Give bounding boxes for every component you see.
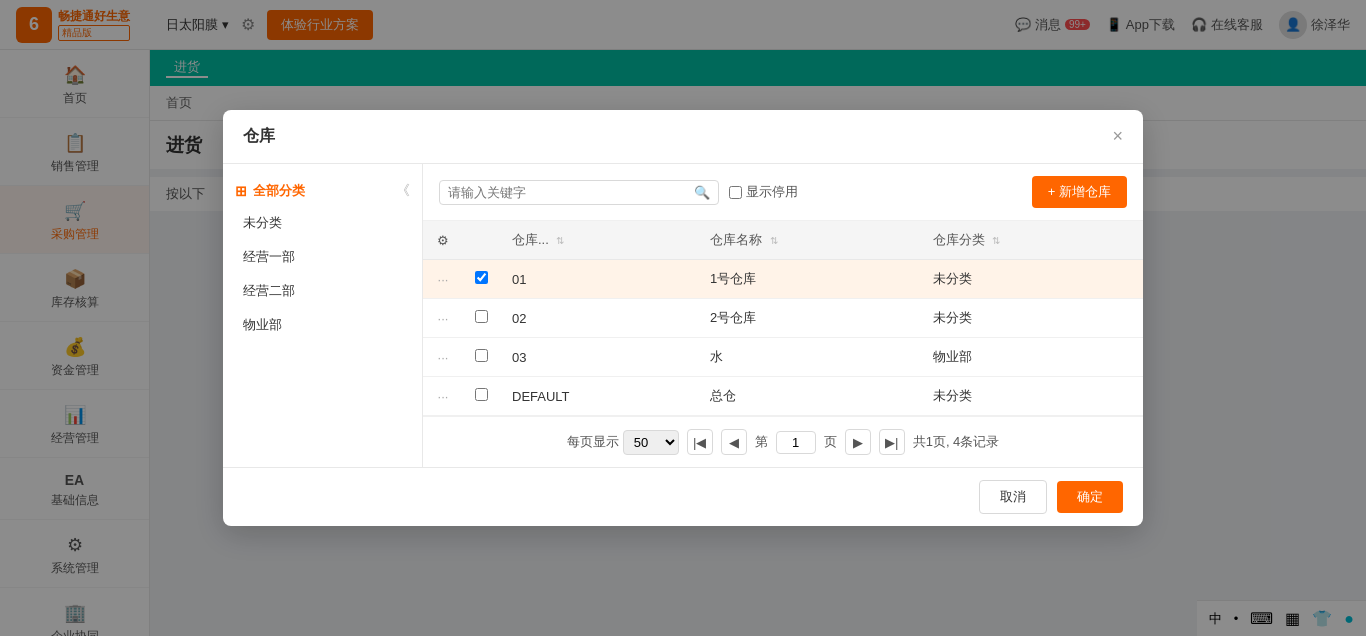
cat-item-operations2[interactable]: 经营二部 [223,274,422,308]
cell-name: 1号仓库 [698,260,920,299]
cell-gear: ··· [423,377,463,416]
per-page-select[interactable]: 50 20 100 [623,430,679,455]
cell-category: 未分类 [921,260,1144,299]
page-suffix: 页 [824,433,837,451]
table-body: ··· 01 1号仓库 未分类 ··· 02 2号仓库 未分类 ··· 03 水… [423,260,1143,416]
cell-name: 总仓 [698,377,920,416]
cell-num: 03 [500,338,698,377]
cell-checkbox[interactable] [463,377,500,416]
cell-checkbox[interactable] [463,260,500,299]
all-category-header[interactable]: ⊞ 全部分类 《 [223,176,422,206]
cat-item-unclassified[interactable]: 未分类 [223,206,422,240]
modal-footer: 取消 确定 [223,467,1143,526]
th-checkbox [463,221,500,260]
table-header-row: ⚙ 仓库... ⇅ 仓库名称 ⇅ [423,221,1143,260]
show-disabled-toggle[interactable]: 显示停用 [729,183,798,201]
cat-item-property[interactable]: 物业部 [223,308,422,342]
page-prev-btn[interactable]: ◀ [721,429,747,455]
th-name: 仓库名称 ⇅ [698,221,920,260]
cell-gear: ··· [423,299,463,338]
row-checkbox[interactable] [475,388,488,401]
table-row[interactable]: ··· 01 1号仓库 未分类 [423,260,1143,299]
cell-num: 01 [500,260,698,299]
row-checkbox[interactable] [475,310,488,323]
search-input[interactable] [448,185,688,200]
sort-code-icon: ⇅ [556,235,564,246]
cat-item-operations1[interactable]: 经营一部 [223,240,422,274]
warehouse-table: ⚙ 仓库... ⇅ 仓库名称 ⇅ [423,221,1143,416]
per-page-label: 每页显示 [567,433,619,451]
modal-overlay: 仓库 × ⊞ 全部分类 《 未分类 经营一部 经营二部 物业部 [0,0,1366,636]
th-code: 仓库... ⇅ [500,221,698,260]
modal-body: ⊞ 全部分类 《 未分类 经营一部 经营二部 物业部 🔍 [223,164,1143,467]
row-checkbox[interactable] [475,349,488,362]
sort-category-icon: ⇅ [992,235,1000,246]
cell-name: 2号仓库 [698,299,920,338]
category-panel: ⊞ 全部分类 《 未分类 经营一部 经营二部 物业部 [223,164,423,467]
table-toolbar: 🔍 显示停用 + 新增仓库 [423,164,1143,221]
cell-num: 02 [500,299,698,338]
pagination: 每页显示 50 20 100 |◀ ◀ 第 页 ▶ ▶| 共1页, 4条记录 [423,416,1143,467]
collapse-icon[interactable]: 《 [396,182,410,200]
cell-checkbox[interactable] [463,299,500,338]
show-disabled-label: 显示停用 [746,183,798,201]
cell-category: 物业部 [921,338,1144,377]
table-row[interactable]: ··· 02 2号仓库 未分类 [423,299,1143,338]
row-checkbox[interactable] [475,271,488,284]
all-category-label: 全部分类 [253,182,305,200]
warehouse-modal: 仓库 × ⊞ 全部分类 《 未分类 经营一部 经营二部 物业部 [223,110,1143,526]
cell-category: 未分类 [921,377,1144,416]
sort-name-icon: ⇅ [770,235,778,246]
page-label: 第 [755,433,768,451]
page-first-btn[interactable]: |◀ [687,429,713,455]
cell-gear: ··· [423,260,463,299]
th-category: 仓库分类 ⇅ [921,221,1144,260]
modal-header: 仓库 × [223,110,1143,164]
page-next-btn[interactable]: ▶ [845,429,871,455]
data-table: ⚙ 仓库... ⇅ 仓库名称 ⇅ [423,221,1143,416]
table-panel: 🔍 显示停用 + 新增仓库 ⚙ [423,164,1143,467]
search-box: 🔍 [439,180,719,205]
confirm-btn[interactable]: 确定 [1057,481,1123,513]
search-icon: 🔍 [694,185,710,200]
modal-title: 仓库 [243,126,275,147]
grid-icon: ⊞ [235,183,247,199]
cell-checkbox[interactable] [463,338,500,377]
table-row[interactable]: ··· DEFAULT 总仓 未分类 [423,377,1143,416]
page-last-btn[interactable]: ▶| [879,429,905,455]
cell-category: 未分类 [921,299,1144,338]
cell-num: DEFAULT [500,377,698,416]
show-disabled-checkbox[interactable] [729,186,742,199]
page-size-group: 每页显示 50 20 100 [567,430,679,455]
add-warehouse-btn[interactable]: + 新增仓库 [1032,176,1127,208]
page-total-info: 共1页, 4条记录 [913,433,1000,451]
table-row[interactable]: ··· 03 水 物业部 [423,338,1143,377]
page-number-input[interactable] [776,431,816,454]
th-settings: ⚙ [423,221,463,260]
cell-gear: ··· [423,338,463,377]
cell-name: 水 [698,338,920,377]
cancel-btn[interactable]: 取消 [979,480,1047,514]
modal-close-btn[interactable]: × [1112,126,1123,147]
